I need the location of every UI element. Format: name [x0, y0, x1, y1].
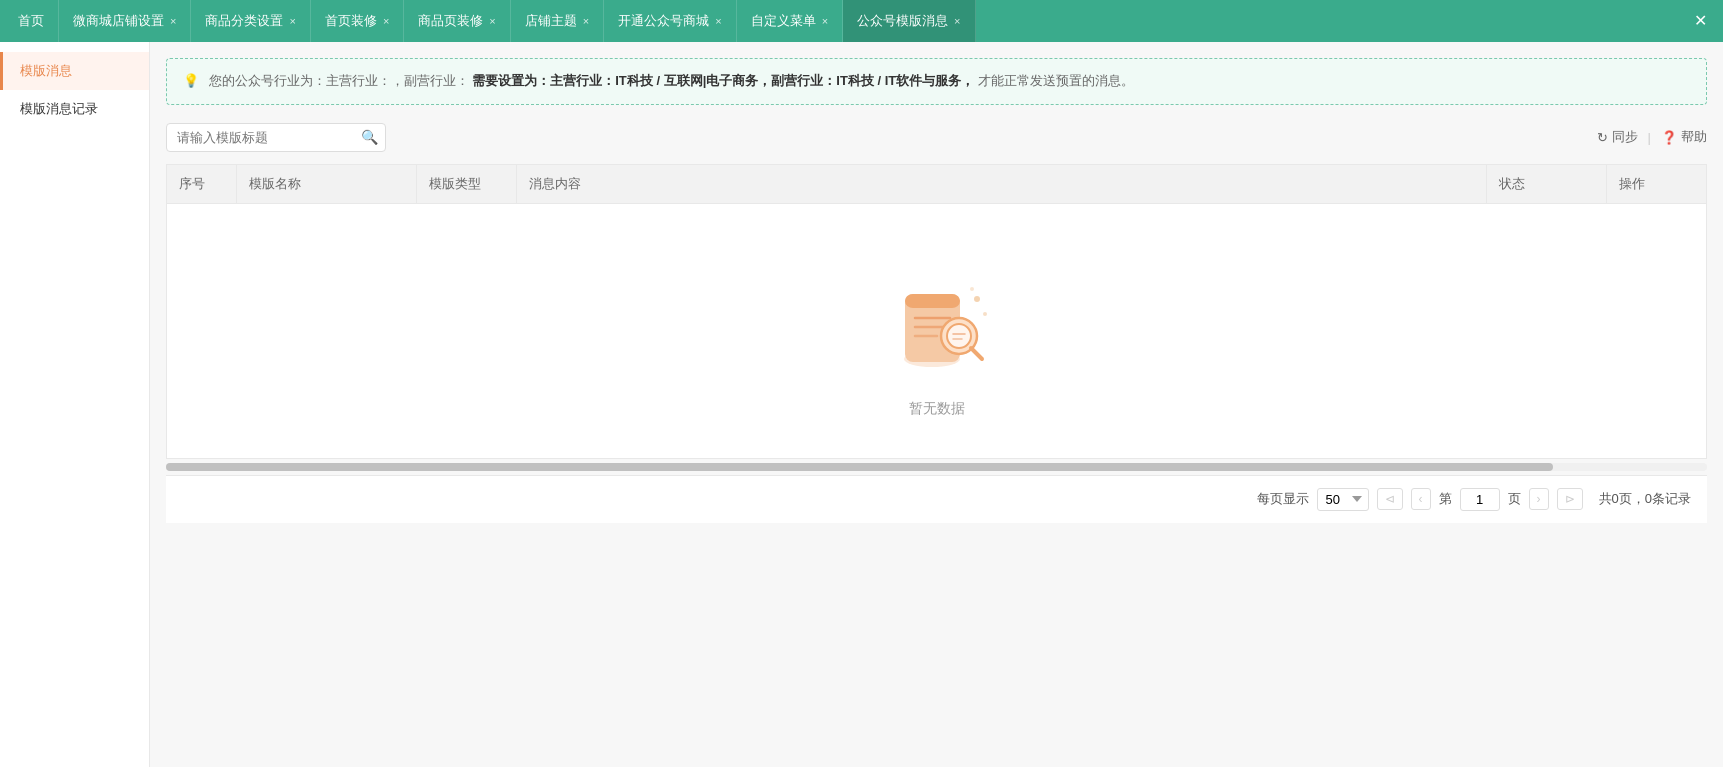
svg-point-11 [974, 296, 980, 302]
tab-shop-theme-label: 店铺主题 [525, 12, 577, 30]
sync-button[interactable]: ↻ 同步 [1597, 128, 1638, 146]
tab-home-decor-close[interactable]: × [383, 15, 389, 27]
prev-page-button[interactable]: ‹ [1411, 488, 1431, 510]
page-label: 第 [1439, 490, 1452, 508]
tab-shop-settings[interactable]: 微商城店铺设置 × [59, 0, 191, 42]
tab-shop-settings-close[interactable]: × [170, 15, 176, 27]
tab-product-decor-close[interactable]: × [489, 15, 495, 27]
table-header-row: 序号 模版名称 模版类型 消息内容 状态 [167, 164, 1707, 203]
sync-label: 同步 [1612, 128, 1638, 146]
notice-prefix: 您的公众号行业为：主营行业：，副营行业： [209, 73, 469, 88]
tab-bar: 首页 微商城店铺设置 × 商品分类设置 × 首页装修 × 商品页装修 × 店铺主… [0, 0, 1723, 42]
tab-template-msg-label: 公众号模版消息 [857, 12, 948, 30]
page-size-label: 每页显示 [1257, 490, 1309, 508]
page-input[interactable] [1460, 488, 1500, 511]
data-table: 序号 模版名称 模版类型 消息内容 状态 [166, 164, 1707, 459]
help-button[interactable]: ❓ 帮助 [1661, 128, 1707, 146]
svg-point-12 [983, 312, 987, 316]
col-type: 模版类型 [417, 164, 517, 203]
tab-home[interactable]: 首页 [4, 0, 59, 42]
search-bar: 🔍 ↻ 同步 | ❓ 帮助 [166, 123, 1707, 152]
empty-text: 暂无数据 [909, 400, 965, 418]
page-unit: 页 [1508, 490, 1521, 508]
sidebar-item-template-msg-label: 模版消息 [20, 63, 72, 78]
horizontal-scrollbar[interactable] [166, 463, 1707, 471]
search-input[interactable] [166, 123, 386, 152]
toolbar-divider: | [1648, 130, 1651, 145]
pagination-bar: 每页显示 10 20 50 100 ⊲ ‹ 第 页 › ⊳ 共0页，0条记录 [166, 475, 1707, 523]
empty-illustration [877, 264, 997, 384]
notice-banner: 💡 您的公众号行业为：主营行业：，副营行业： 需要设置为：主营行业：IT科技 /… [166, 58, 1707, 105]
col-content: 消息内容 [517, 164, 1487, 203]
tab-custom-menu-close[interactable]: × [822, 15, 828, 27]
sidebar: 模版消息 模版消息记录 [0, 42, 150, 767]
search-icon: 🔍 [361, 129, 378, 145]
sidebar-item-template-msg[interactable]: 模版消息 [0, 52, 149, 90]
window-close-button[interactable]: ✕ [1682, 0, 1719, 42]
svg-rect-2 [905, 294, 960, 308]
sidebar-item-template-record[interactable]: 模版消息记录 [0, 90, 149, 128]
notice-highlight: 需要设置为：主营行业：IT科技 / 互联网|电子商务，副营行业：IT科技 / I… [472, 73, 974, 88]
col-index: 序号 [167, 164, 237, 203]
col-status: 状态 [1487, 164, 1607, 203]
tab-open-mall[interactable]: 开通公众号商城 × [604, 0, 736, 42]
col-action: 操作 [1607, 164, 1707, 203]
tab-template-msg-close[interactable]: × [954, 15, 960, 27]
notice-suffix: 才能正常发送预置的消息。 [978, 73, 1134, 88]
empty-state: 暂无数据 [167, 204, 1706, 458]
help-icon: ❓ [1661, 130, 1677, 145]
tab-product-category-label: 商品分类设置 [205, 12, 283, 30]
content-area: 💡 您的公众号行业为：主营行业：，副营行业： 需要设置为：主营行业：IT科技 /… [150, 42, 1723, 767]
tab-product-decor[interactable]: 商品页装修 × [404, 0, 510, 42]
tab-home-label: 首页 [18, 12, 44, 30]
tab-open-mall-label: 开通公众号商城 [618, 12, 709, 30]
scrollbar-thumb[interactable] [166, 463, 1553, 471]
help-label: 帮助 [1681, 128, 1707, 146]
svg-point-7 [947, 324, 971, 348]
sidebar-item-template-record-label: 模版消息记录 [20, 101, 98, 116]
toolbar-right: ↻ 同步 | ❓ 帮助 [1597, 128, 1707, 146]
search-button[interactable]: 🔍 [361, 129, 378, 145]
col-name: 模版名称 [237, 164, 417, 203]
sync-icon: ↻ [1597, 130, 1608, 145]
tab-template-msg[interactable]: 公众号模版消息 × [843, 0, 975, 42]
notice-icon: 💡 [183, 73, 199, 88]
tab-open-mall-close[interactable]: × [715, 15, 721, 27]
table-container: 序号 模版名称 模版类型 消息内容 状态 [166, 164, 1707, 475]
main-layout: 模版消息 模版消息记录 💡 您的公众号行业为：主营行业：，副营行业： 需要设置为… [0, 42, 1723, 767]
search-input-wrap: 🔍 [166, 123, 386, 152]
tab-custom-menu-label: 自定义菜单 [751, 12, 816, 30]
tab-home-decor-label: 首页装修 [325, 12, 377, 30]
tab-product-category[interactable]: 商品分类设置 × [191, 0, 310, 42]
empty-state-row: 暂无数据 [167, 203, 1707, 458]
tab-home-decor[interactable]: 首页装修 × [311, 0, 404, 42]
total-info: 共0页，0条记录 [1599, 490, 1691, 508]
svg-line-8 [971, 348, 982, 359]
tab-product-category-close[interactable]: × [289, 15, 295, 27]
tab-product-decor-label: 商品页装修 [418, 12, 483, 30]
tab-custom-menu[interactable]: 自定义菜单 × [737, 0, 843, 42]
last-page-button[interactable]: ⊳ [1557, 488, 1583, 510]
next-page-button[interactable]: › [1529, 488, 1549, 510]
svg-point-13 [970, 287, 974, 291]
first-page-button[interactable]: ⊲ [1377, 488, 1403, 510]
tab-shop-settings-label: 微商城店铺设置 [73, 12, 164, 30]
table-body: 暂无数据 [167, 203, 1707, 458]
page-size-select[interactable]: 10 20 50 100 [1317, 488, 1369, 511]
tab-shop-theme-close[interactable]: × [583, 15, 589, 27]
tab-shop-theme[interactable]: 店铺主题 × [511, 0, 604, 42]
